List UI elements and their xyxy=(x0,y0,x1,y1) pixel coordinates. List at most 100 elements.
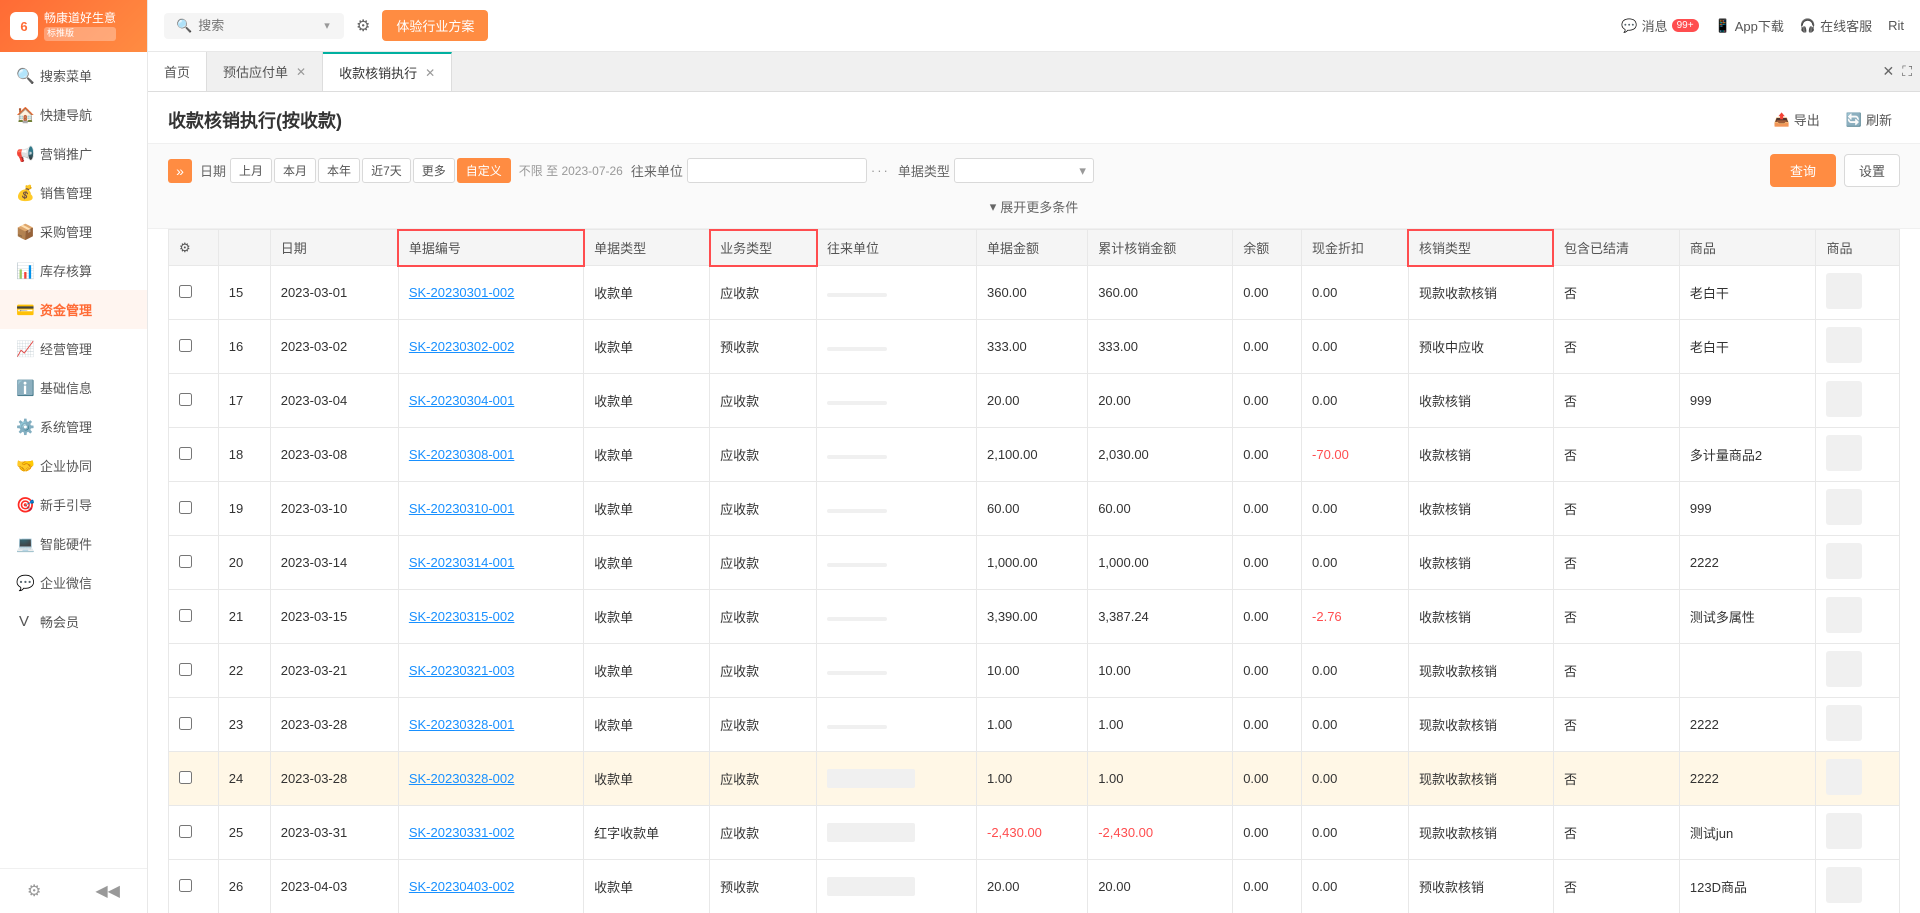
bill-no-link[interactable]: SK-20230308-001 xyxy=(409,447,515,462)
tab-pending-close-icon[interactable]: ✕ xyxy=(296,65,306,79)
cell-amount: 3,390.00 xyxy=(976,590,1087,644)
bill-no-link[interactable]: SK-20230315-002 xyxy=(409,609,515,624)
cell-checkbox[interactable] xyxy=(169,266,219,320)
sidebar-item-finance[interactable]: 💳资金管理 xyxy=(0,290,147,329)
cell-product: 测试jun xyxy=(1679,806,1816,860)
bill-no-link[interactable]: SK-20230328-002 xyxy=(409,771,515,786)
cell-checkbox[interactable] xyxy=(169,482,219,536)
sidebar-item-hardware[interactable]: 💻智能硬件 xyxy=(0,524,147,563)
cell-product: 2222 xyxy=(1679,698,1816,752)
bill-no-link[interactable]: SK-20230321-003 xyxy=(409,663,515,678)
cell-checkbox[interactable] xyxy=(169,806,219,860)
sidebar-item-member[interactable]: V畅会员 xyxy=(0,602,147,641)
sidebar-item-label-marketing: 营销推广 xyxy=(40,144,92,163)
cell-verify-type: 现款收款核销 xyxy=(1408,806,1553,860)
export-button[interactable]: 📤 导出 xyxy=(1766,106,1828,133)
cell-checkbox[interactable] xyxy=(169,860,219,913)
cell-include-settled: 否 xyxy=(1553,266,1679,320)
close-window-icon[interactable]: ✕ xyxy=(1882,63,1894,80)
filter-more-conditions-btn[interactable]: ▾ 展开更多条件 xyxy=(990,197,1079,216)
bill-no-link[interactable]: SK-20230301-002 xyxy=(409,285,515,300)
cell-checkbox[interactable] xyxy=(169,374,219,428)
bill-no-link[interactable]: SK-20230331-002 xyxy=(409,825,515,840)
filter-this-month-btn[interactable]: 本月 xyxy=(274,158,316,183)
filter-more-date-btn[interactable]: 更多 xyxy=(413,158,455,183)
sidebar-collapse-icon[interactable]: ◀◀ xyxy=(87,877,128,905)
th-rownum xyxy=(218,230,270,266)
sidebar-item-system[interactable]: ⚙️系统管理 xyxy=(0,407,147,446)
sidebar-item-search[interactable]: 🔍搜索菜单 xyxy=(0,56,147,95)
th-cumulative: 累计核销金额 xyxy=(1088,230,1233,266)
bill-no-link[interactable]: SK-20230314-001 xyxy=(409,555,515,570)
cell-checkbox[interactable] xyxy=(169,320,219,374)
sidebar-item-guide[interactable]: 🎯新手引导 xyxy=(0,485,147,524)
cell-bill-type: 收款单 xyxy=(584,590,710,644)
cell-checkbox[interactable] xyxy=(169,644,219,698)
cell-cumulative: 333.00 xyxy=(1088,320,1233,374)
th-gear[interactable]: ⚙ xyxy=(169,230,219,266)
sidebar-item-enterprise[interactable]: 🤝企业协同 xyxy=(0,446,147,485)
bill-no-link[interactable]: SK-20230310-001 xyxy=(409,501,515,516)
tab-home-label: 首页 xyxy=(164,62,190,81)
cell-amount: 2,100.00 xyxy=(976,428,1087,482)
tab-verify-close-icon[interactable]: ✕ xyxy=(425,66,435,80)
tab-home[interactable]: 首页 xyxy=(148,52,207,91)
cell-date: 2023-03-15 xyxy=(270,590,398,644)
tab-verify[interactable]: 收款核销执行 ✕ xyxy=(323,52,452,91)
cell-bill-no: SK-20230321-003 xyxy=(398,644,583,698)
cell-biz-type: 预收款 xyxy=(710,860,817,913)
message-badge: 99+ xyxy=(1672,19,1699,32)
sidebar-item-operations[interactable]: 📈经营管理 xyxy=(0,329,147,368)
filter-custom-btn[interactable]: 自定义 xyxy=(457,158,511,183)
topbar-search-area[interactable]: 🔍 ▾ xyxy=(164,13,344,39)
cell-partner xyxy=(817,320,977,374)
cell-discount: -70.00 xyxy=(1302,428,1409,482)
filter-7days-btn[interactable]: 近7天 xyxy=(362,158,411,183)
message-action[interactable]: 💬 消息 99+ xyxy=(1621,16,1698,35)
app-download-action[interactable]: 📱 App下载 xyxy=(1715,16,1784,35)
sidebar-item-basic[interactable]: ℹ️基础信息 xyxy=(0,368,147,407)
cell-checkbox[interactable] xyxy=(169,698,219,752)
sidebar-item-sales[interactable]: 💰销售管理 xyxy=(0,173,147,212)
cell-rownum: 23 xyxy=(218,698,270,752)
table-row: 19 2023-03-10 SK-20230310-001 收款单 应收款 60… xyxy=(169,482,1900,536)
cell-checkbox[interactable] xyxy=(169,590,219,644)
refresh-button[interactable]: 🔄 刷新 xyxy=(1838,106,1900,133)
cell-checkbox[interactable] xyxy=(169,536,219,590)
filter-this-year-btn[interactable]: 本年 xyxy=(318,158,360,183)
filter-query-button[interactable]: 查询 xyxy=(1770,154,1836,187)
sidebar-item-wechat[interactable]: 💬企业微信 xyxy=(0,563,147,602)
tab-pending[interactable]: 预估应付单 ✕ xyxy=(207,52,323,91)
filter-settings-button[interactable]: 设置 xyxy=(1844,154,1900,187)
cell-bill-type: 收款单 xyxy=(584,482,710,536)
cell-verify-type: 预收款核销 xyxy=(1408,860,1553,913)
sidebar-item-shortcut[interactable]: 🏠快捷导航 xyxy=(0,95,147,134)
sidebar-item-marketing[interactable]: 📢营销推广 xyxy=(0,134,147,173)
filter-last-month-btn[interactable]: 上月 xyxy=(230,158,272,183)
filter-partner-input[interactable] xyxy=(687,158,867,183)
service-action[interactable]: 🎧 在线客服 xyxy=(1800,16,1872,35)
topbar-gear-icon[interactable]: ⚙ xyxy=(356,16,370,36)
maximize-icon[interactable]: ⛶ xyxy=(1902,63,1912,80)
sidebar-settings-icon[interactable]: ⚙ xyxy=(19,877,49,905)
bill-no-link[interactable]: SK-20230302-002 xyxy=(409,339,515,354)
filter-bill-type-select[interactable] xyxy=(954,158,1094,183)
sidebar-item-purchase[interactable]: 📦采购管理 xyxy=(0,212,147,251)
solution-button[interactable]: 体验行业方案 xyxy=(382,10,488,41)
cell-checkbox[interactable] xyxy=(169,428,219,482)
hardware-icon: 💻 xyxy=(16,535,32,553)
bill-no-link[interactable]: SK-20230403-002 xyxy=(409,879,515,894)
cell-partner xyxy=(817,482,977,536)
headset-icon: 🎧 xyxy=(1800,18,1816,34)
filter-date-buttons: 上月 本月 本年 近7天 更多 自定义 xyxy=(230,158,511,183)
filter-expand-button[interactable]: » xyxy=(168,159,192,183)
table-row: 18 2023-03-08 SK-20230308-001 收款单 应收款 2,… xyxy=(169,428,1900,482)
cell-partner xyxy=(817,536,977,590)
cell-checkbox[interactable] xyxy=(169,752,219,806)
user-avatar[interactable]: Rit xyxy=(1888,18,1904,33)
sidebar-item-label-system: 系统管理 xyxy=(40,417,92,436)
sidebar-item-inventory[interactable]: 📊库存核算 xyxy=(0,251,147,290)
bill-no-link[interactable]: SK-20230304-001 xyxy=(409,393,515,408)
topbar-search-input[interactable] xyxy=(198,18,318,33)
bill-no-link[interactable]: SK-20230328-001 xyxy=(409,717,515,732)
